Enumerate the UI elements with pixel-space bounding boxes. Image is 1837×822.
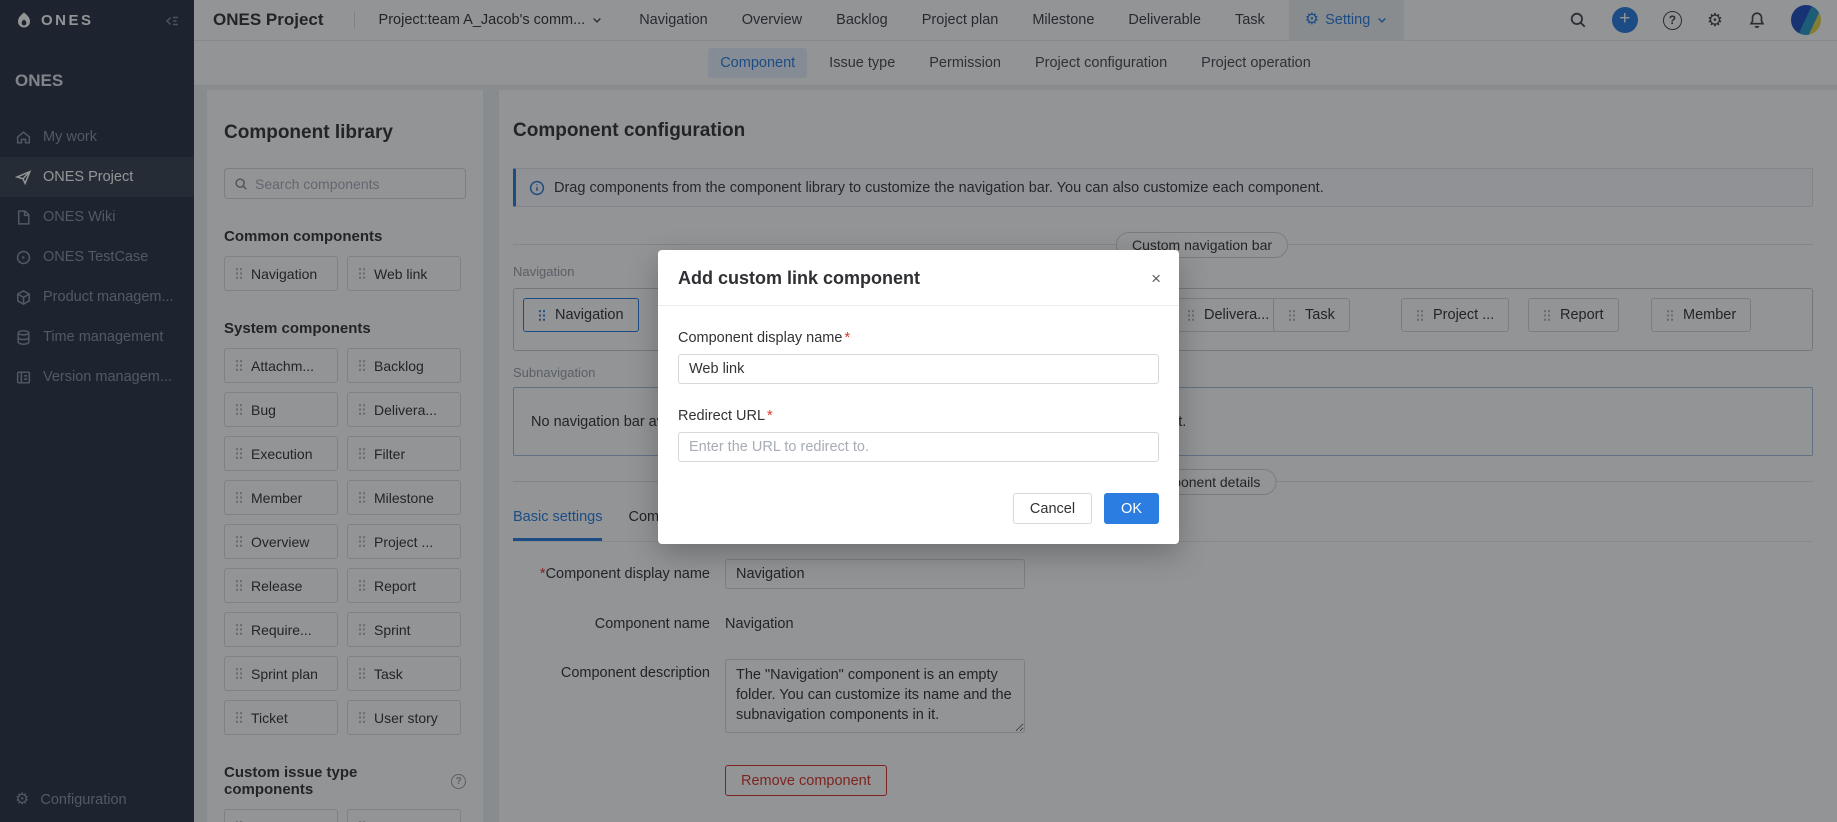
component-display-name-label-text: Component display name bbox=[678, 330, 843, 346]
dialog-footer: Cancel OK bbox=[658, 462, 1179, 544]
redirect-url-label: Redirect URL * bbox=[678, 408, 1159, 424]
component-display-name-input[interactable] bbox=[678, 354, 1159, 384]
cancel-button[interactable]: Cancel bbox=[1012, 493, 1093, 524]
dialog-body: Component display name* Redirect URL* bbox=[658, 306, 1179, 462]
redirect-url-input[interactable] bbox=[678, 432, 1159, 462]
app-viewport: ONES ONES My work ONES Project ONES Wiki bbox=[0, 0, 1837, 822]
close-icon[interactable]: × bbox=[1151, 270, 1161, 287]
ok-button[interactable]: OK bbox=[1104, 493, 1159, 524]
dialog-title: Add custom link component bbox=[678, 268, 921, 288]
dialog-header: Add custom link component × bbox=[658, 250, 1179, 306]
required-mark: * bbox=[844, 330, 851, 346]
required-mark: * bbox=[767, 408, 773, 424]
add-custom-link-dialog: Add custom link component × Component di… bbox=[658, 250, 1179, 544]
component-display-name-label: Component display name * bbox=[678, 330, 1159, 346]
redirect-url-label-text: Redirect URL bbox=[678, 408, 766, 424]
